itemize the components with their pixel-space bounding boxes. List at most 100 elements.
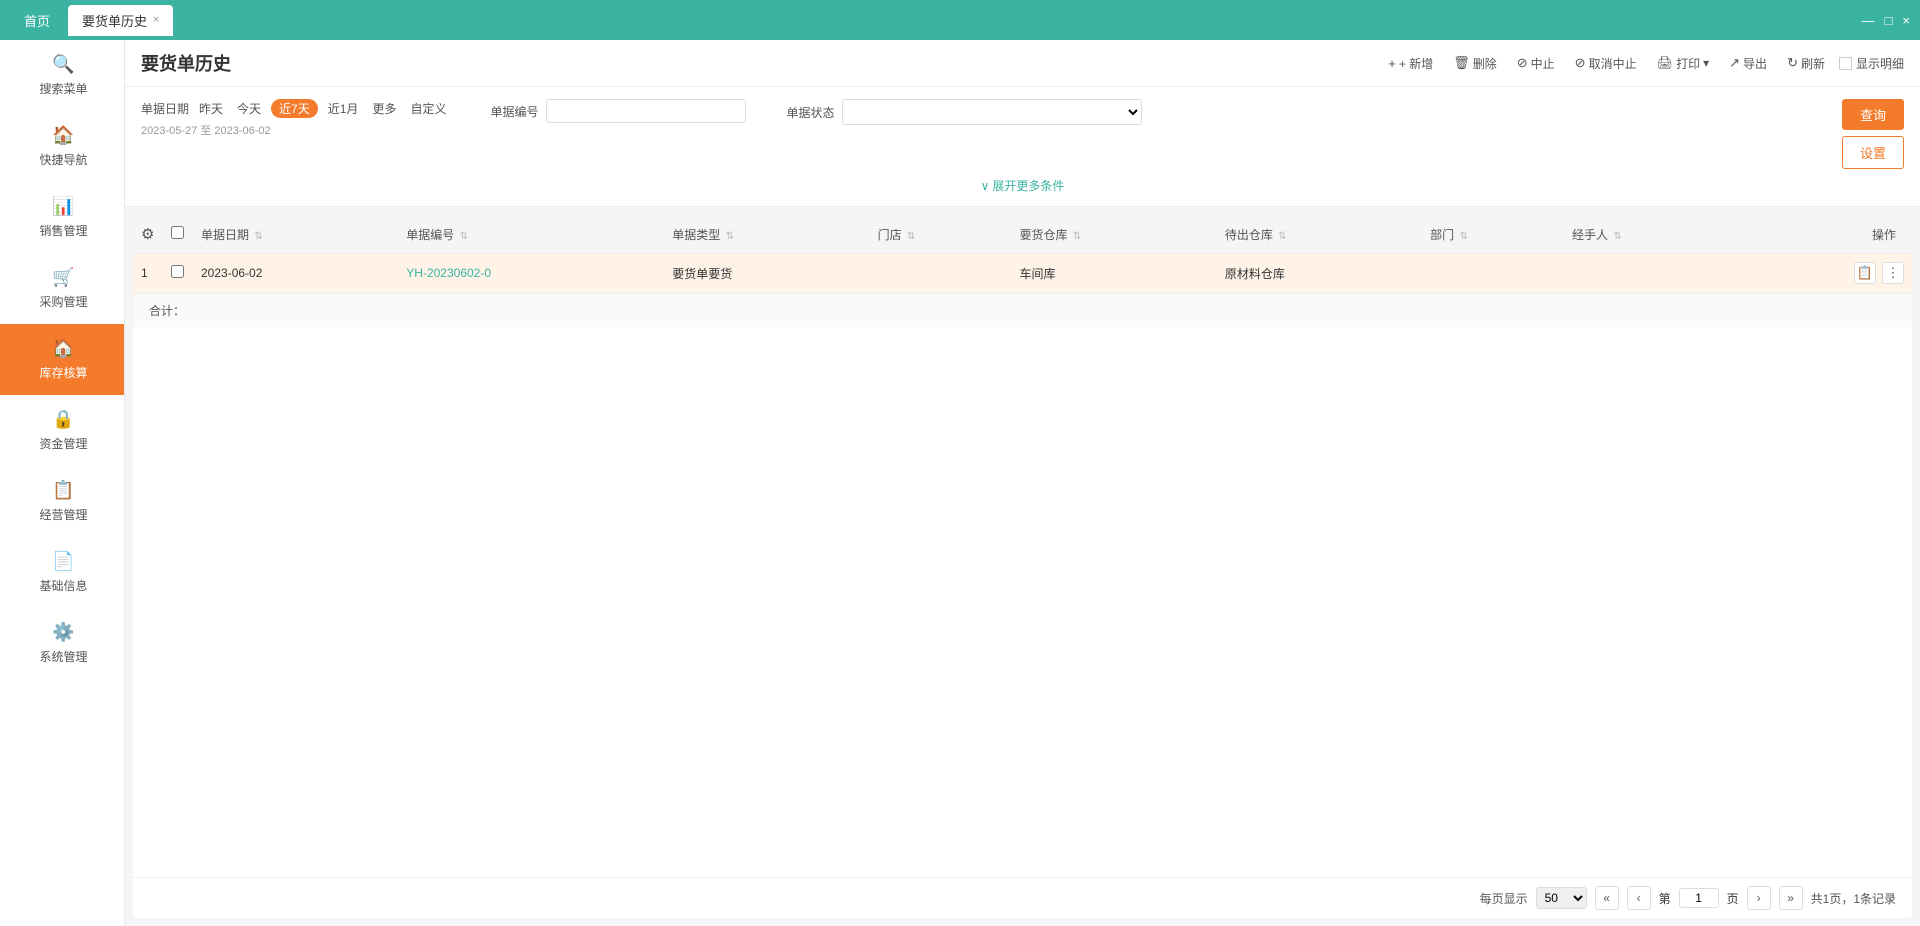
expand-label: 展开更多条件 [992, 177, 1064, 194]
print-button[interactable]: 🖨 打印 ▾ [1651, 51, 1716, 76]
tab-doc-history[interactable]: 要货单历史 × [68, 5, 173, 36]
new-label: + 新增 [1399, 55, 1433, 72]
settings-button[interactable]: 设置 [1842, 136, 1904, 169]
next-page-button[interactable]: › [1747, 886, 1771, 910]
content-area: 要货单历史 + + 新增 🗑 删除 ⊘ 中止 ⊘ 取消中止 [125, 40, 1920, 926]
col-date-sort-icon[interactable]: ⇅ [254, 231, 262, 242]
filter-status-col: 单据状态 [786, 99, 1802, 125]
sidebar-item-basic-info-label: 基础信息 [39, 577, 87, 594]
inventory-calc-icon: 🏠 [52, 338, 74, 359]
data-table: ⚙ 单据日期 ⇅ 单据编号 ⇅ 单据类型 [133, 215, 1912, 293]
delete-button[interactable]: 🗑 删除 [1447, 51, 1503, 76]
expand-icon: ∨ [981, 179, 990, 193]
delete-label: 删除 [1473, 55, 1497, 72]
docno-filter-label: 单据编号 [490, 103, 538, 120]
pagination-area: 每页显示 50 100 200 « ‹ 第 页 › » 共1页，1条记录 [133, 877, 1912, 918]
sidebar-item-finance-mgmt[interactable]: 🔒 资金管理 [0, 395, 124, 466]
date-btn-custom[interactable]: 自定义 [406, 99, 450, 118]
refresh-label: 刷新 [1801, 55, 1825, 72]
operations-mgmt-icon: 📋 [52, 480, 74, 501]
row-doctype: 要货单要货 [664, 254, 869, 293]
sidebar-item-quick-nav-label: 快捷导航 [39, 151, 87, 168]
row-store [870, 254, 1012, 293]
sidebar-item-system-mgmt[interactable]: ⚙️ 系统管理 [0, 608, 124, 679]
print-dropdown-icon[interactable]: ▾ [1703, 56, 1709, 70]
top-bar-right: — □ × [1862, 13, 1910, 28]
row-department [1422, 254, 1564, 293]
filter-date-inner: 单据日期 昨天 今天 近7天 近1月 更多 自定义 [141, 99, 450, 118]
sidebar-item-purchase-mgmt[interactable]: 🛒 采购管理 [0, 253, 124, 324]
tab-close-icon[interactable]: × [153, 14, 159, 26]
date-btn-today[interactable]: 今天 [233, 99, 265, 118]
refresh-button[interactable]: ↻ 刷新 [1781, 51, 1831, 76]
tab-home-label: 首页 [24, 11, 50, 30]
page-header: 要货单历史 + + 新增 🗑 删除 ⊘ 中止 ⊘ 取消中止 [125, 40, 1920, 87]
display-toggle[interactable]: 显示明细 [1839, 55, 1904, 72]
stop-button[interactable]: ⊘ 中止 [1511, 51, 1561, 76]
new-button[interactable]: + + 新增 [1382, 51, 1439, 76]
col-docno-label: 单据编号 [406, 228, 454, 242]
sidebar-item-operations-mgmt[interactable]: 📋 经营管理 [0, 466, 124, 537]
docno-filter-input[interactable] [546, 99, 746, 123]
sidebar-item-quick-nav[interactable]: 🏠 快捷导航 [0, 111, 124, 182]
sidebar-item-search-menu[interactable]: 🔍 搜索菜单 [0, 40, 124, 111]
status-filter-label: 单据状态 [786, 104, 834, 121]
row-out-warehouse: 原材料仓库 [1217, 254, 1422, 293]
row-more-button[interactable]: ⋮ [1882, 262, 1904, 284]
date-btn-7days[interactable]: 近7天 [271, 99, 318, 118]
first-page-button[interactable]: « [1595, 886, 1619, 910]
date-range-display: 2023-05-27 至 2023-06-02 [141, 122, 450, 138]
col-req-warehouse-sort-icon[interactable]: ⇅ [1073, 231, 1081, 242]
sidebar-item-sales-mgmt-label: 销售管理 [39, 222, 87, 239]
row-req-warehouse: 车间库 [1012, 254, 1217, 293]
print-icon: 🖨 [1657, 55, 1674, 71]
col-handler-sort-icon[interactable]: ⇅ [1613, 231, 1621, 242]
col-out-warehouse-sort-icon[interactable]: ⇅ [1278, 231, 1286, 242]
export-button[interactable]: ↗ 导出 [1723, 51, 1773, 76]
col-doctype-sort-icon[interactable]: ⇅ [726, 231, 734, 242]
sidebar-item-finance-mgmt-label: 资金管理 [39, 435, 87, 452]
page-number-input[interactable] [1679, 888, 1719, 908]
query-button[interactable]: 查询 [1842, 99, 1904, 130]
col-department-sort-icon[interactable]: ⇅ [1459, 231, 1467, 242]
row-actions: 📋 ⋮ [1746, 262, 1904, 284]
col-docno: 单据编号 ⇅ [398, 215, 664, 254]
table-row: 1 2023-06-02 YH-20230602-0 要货单要货 车间库 [133, 254, 1912, 293]
top-bar: 首页 要货单历史 × — □ × [0, 0, 1920, 40]
col-date: 单据日期 ⇅ [193, 215, 398, 254]
page-title: 要货单历史 [141, 50, 231, 76]
per-page-select[interactable]: 50 100 200 [1536, 887, 1587, 909]
expand-conditions-btn[interactable]: ∨ 展开更多条件 [981, 177, 1065, 194]
date-btn-1month[interactable]: 近1月 [324, 99, 363, 118]
sidebar: 🔍 搜索菜单 🏠 快捷导航 📊 销售管理 🛒 采购管理 🏠 库存核算 🔒 资金管… [0, 40, 125, 926]
maximize-button[interactable]: □ [1885, 13, 1893, 28]
cancel-stop-button[interactable]: ⊘ 取消中止 [1569, 51, 1643, 76]
status-filter-select[interactable] [842, 99, 1142, 125]
minimize-button[interactable]: — [1862, 13, 1875, 28]
display-toggle-checkbox[interactable] [1839, 57, 1852, 70]
page-total: 共1页，1条记录 [1811, 890, 1896, 907]
sidebar-item-basic-info[interactable]: 📄 基础信息 [0, 537, 124, 608]
row-checkbox[interactable] [171, 265, 184, 278]
refresh-icon: ↻ [1787, 55, 1798, 71]
new-icon: + [1388, 56, 1396, 71]
col-docno-sort-icon[interactable]: ⇅ [460, 231, 468, 242]
row-index: 1 [133, 254, 163, 293]
col-store-sort-icon[interactable]: ⇅ [907, 231, 915, 242]
col-doctype-label: 单据类型 [672, 228, 720, 242]
last-page-button[interactable]: » [1779, 886, 1803, 910]
col-store: 门店 ⇅ [870, 215, 1012, 254]
delete-icon: 🗑 [1453, 55, 1470, 71]
sidebar-item-sales-mgmt[interactable]: 📊 销售管理 [0, 182, 124, 253]
date-btn-yesterday[interactable]: 昨天 [195, 99, 227, 118]
row-handler [1564, 254, 1738, 293]
sidebar-item-inventory-calc[interactable]: 🏠 库存核算 [0, 324, 124, 395]
date-btn-more[interactable]: 更多 [368, 99, 400, 118]
close-button[interactable]: × [1902, 13, 1910, 28]
select-all-checkbox[interactable] [171, 226, 184, 239]
row-view-button[interactable]: 📋 [1854, 262, 1876, 284]
tab-home[interactable]: 首页 [10, 5, 64, 36]
row-docno-link[interactable]: YH-20230602-0 [406, 266, 491, 280]
prev-page-button[interactable]: ‹ [1627, 886, 1651, 910]
col-settings[interactable]: ⚙ [133, 215, 163, 254]
